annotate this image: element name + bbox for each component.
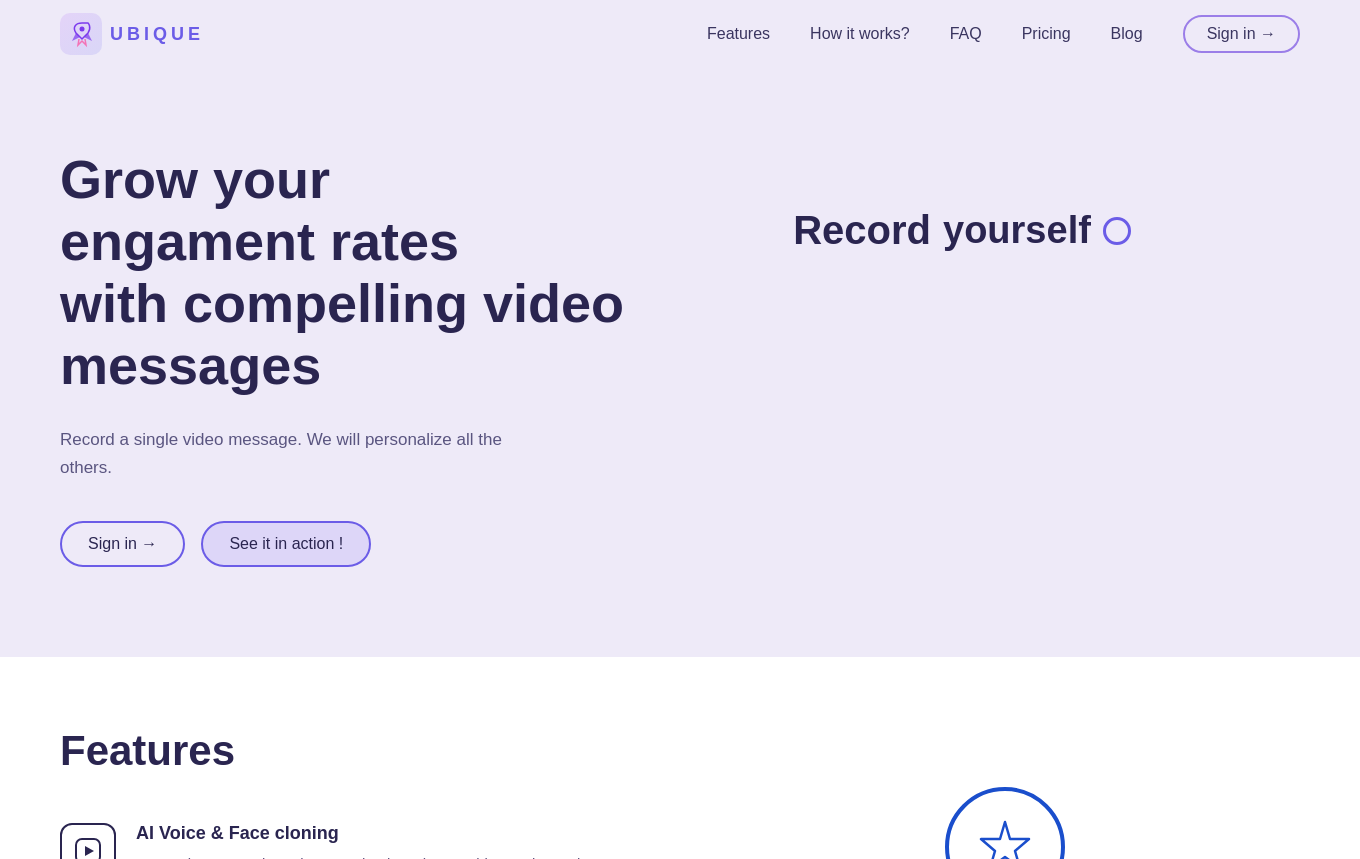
nav-links: Features How it works? FAQ Pricing Blog … [707, 15, 1300, 53]
svg-marker-3 [85, 846, 94, 856]
hero-left: Grow your engament rates with compelling… [60, 148, 624, 567]
record-circle-icon [1103, 217, 1131, 245]
nav-signin-button[interactable]: Sign in → [1183, 15, 1300, 53]
logo[interactable]: UBIQUE [60, 13, 204, 55]
hero-title-line3: with compelling video [60, 273, 624, 333]
nav-faq[interactable]: FAQ [950, 25, 982, 43]
record-label: Record [793, 208, 931, 253]
navbar: UBIQUE Features How it works? FAQ Pricin… [0, 0, 1360, 68]
feature-icon-ai-voice [60, 823, 116, 859]
star-circle-top [945, 787, 1065, 859]
logo-icon [60, 13, 102, 55]
hero-title: Grow your engament rates with compelling… [60, 148, 624, 396]
hero-buttons: Sign in → See it in action ! [60, 521, 624, 567]
stars-illustration [895, 787, 1115, 859]
hero-title-line1: Grow your [60, 149, 330, 209]
hero-title-line2: engament rates [60, 211, 459, 271]
play-icon [74, 837, 102, 859]
svg-rect-0 [60, 13, 102, 55]
star-icon-large [975, 817, 1035, 859]
logo-text: UBIQUE [110, 24, 204, 45]
feature-text-ai-voice: AI Voice & Face cloning Start using our … [136, 823, 596, 859]
yourself-label: yourself [943, 209, 1091, 252]
hero-title-line4: messages [60, 335, 321, 395]
features-illustration [710, 727, 1300, 859]
nav-features[interactable]: Features [707, 25, 770, 43]
record-text: Record yourself [793, 208, 1131, 253]
features-left: Features AI Voice & Face cloning Start u… [60, 727, 650, 859]
hero-right: Record yourself [624, 148, 1300, 253]
hero-section: Grow your engament rates with compelling… [0, 68, 1360, 657]
nav-blog[interactable]: Blog [1111, 25, 1143, 43]
svg-point-1 [80, 27, 85, 32]
feature-title-ai-voice: AI Voice & Face cloning [136, 823, 596, 844]
nav-pricing[interactable]: Pricing [1022, 25, 1071, 43]
hero-see-action-button[interactable]: See it in action ! [201, 521, 371, 567]
nav-how-it-works[interactable]: How it works? [810, 25, 910, 43]
hero-signin-button[interactable]: Sign in → [60, 521, 185, 567]
svg-marker-6 [981, 822, 1029, 859]
hero-subtitle: Record a single video message. We will p… [60, 426, 540, 480]
feature-item-ai-voice: AI Voice & Face cloning Start using our … [60, 823, 650, 859]
feature-desc-ai-voice: Start using our cutting-edge AI technolo… [136, 852, 596, 859]
features-section: Features AI Voice & Face cloning Start u… [0, 657, 1360, 859]
features-title: Features [60, 727, 650, 775]
